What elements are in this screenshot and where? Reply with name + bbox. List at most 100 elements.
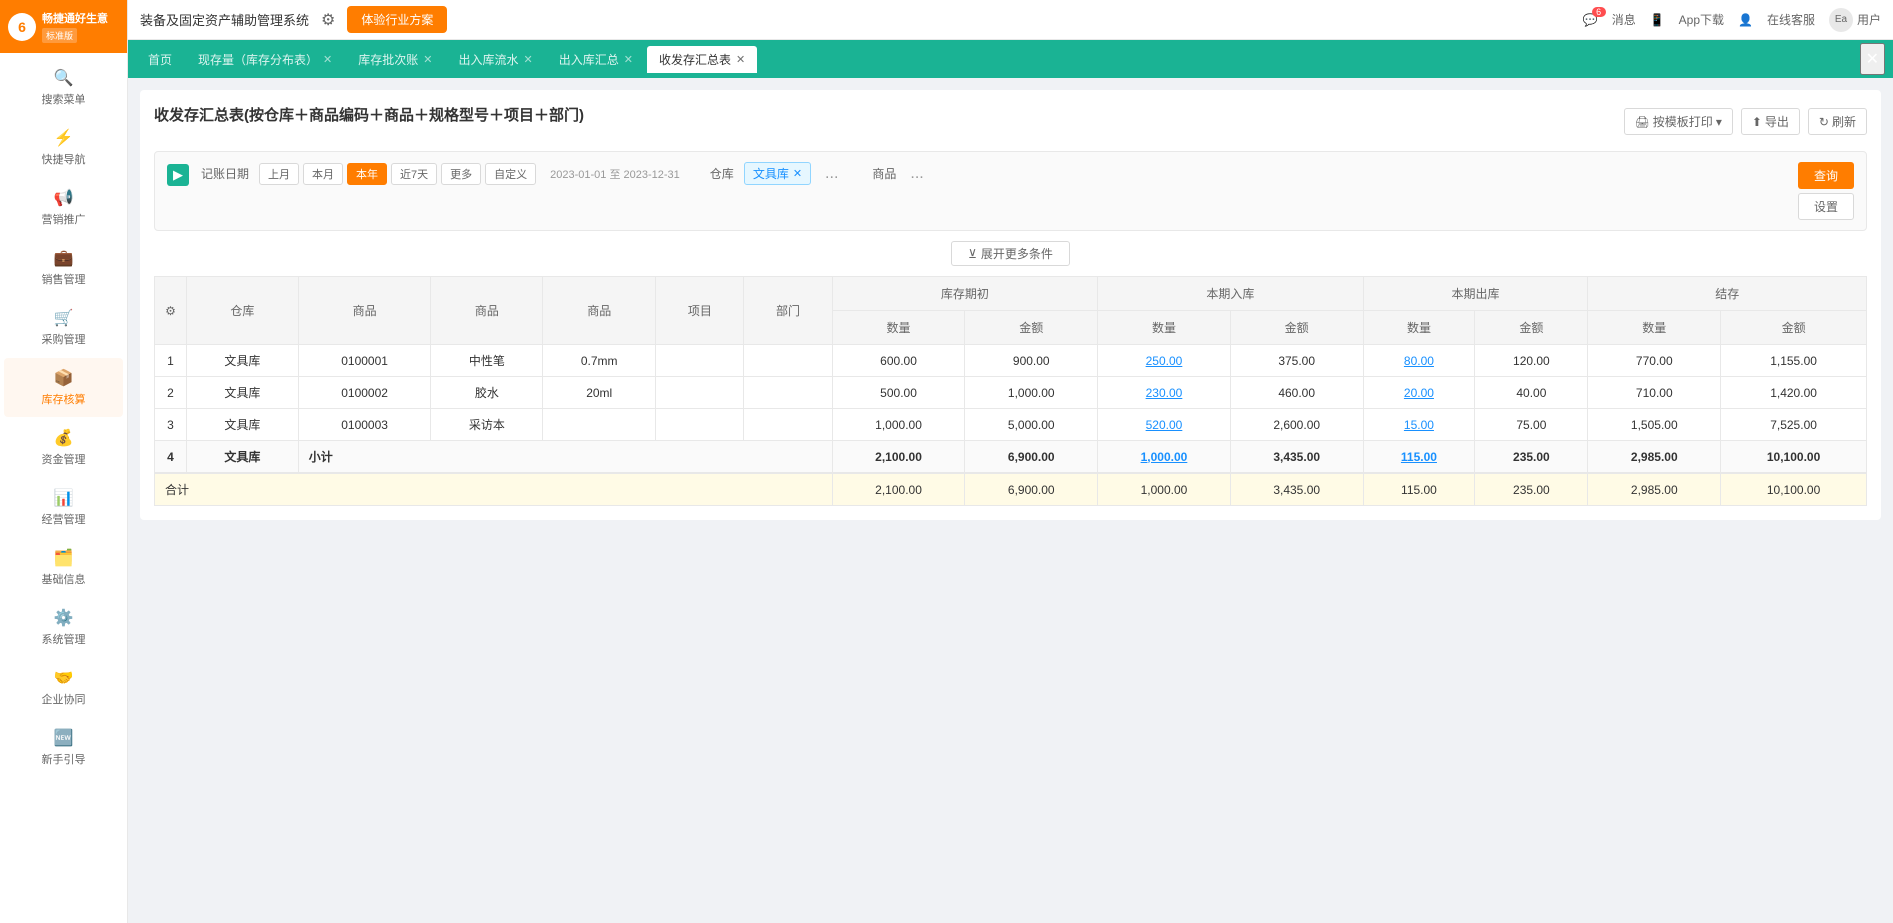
tab-close-icon[interactable]: ✕ — [323, 53, 332, 66]
sidebar-item-采购管理[interactable]: 🛒采购管理 — [4, 298, 123, 357]
date-btn-近7天[interactable]: 近7天 — [391, 163, 437, 185]
tab-收发存汇总表[interactable]: 收发存汇总表✕ — [647, 46, 757, 73]
tab-现存量（库存分布表）[interactable]: 现存量（库存分布表）✕ — [186, 46, 344, 73]
date-btn-本年[interactable]: 本年 — [347, 163, 387, 185]
sidebar-item-搜索菜单[interactable]: 🔍 搜索菜单 — [4, 58, 123, 117]
warehouse-label: 仓库 — [710, 165, 734, 182]
row-spec: 20ml — [543, 377, 656, 409]
app-download-label[interactable]: App下载 — [1679, 11, 1724, 28]
row-in-qty[interactable]: 250.00 — [1098, 345, 1231, 377]
sidebar-icon: 🤝 — [54, 668, 74, 688]
date-btn-自定义[interactable]: 自定义 — [485, 163, 536, 185]
th-code: 商品 — [298, 277, 431, 345]
close-all-tabs-button[interactable]: ✕ — [1860, 43, 1885, 75]
row-code: 0100002 — [298, 377, 431, 409]
th-bal-qty: 数量 — [1588, 311, 1721, 345]
print-button[interactable]: 🖨 按模板打印 ▾ — [1624, 108, 1733, 135]
content-area: 收发存汇总表(按仓库＋商品编码＋商品＋规格型号＋项目＋部门) 🖨 按模板打印 ▾… — [128, 78, 1893, 923]
sub-in-qty[interactable]: 1,000.00 — [1098, 441, 1231, 474]
sidebar-item-快捷导航[interactable]: ⚡快捷导航 — [4, 118, 123, 177]
row-in-amt: 2,600.00 — [1230, 409, 1363, 441]
row-open-amt: 900.00 — [965, 345, 1098, 377]
tab-label: 出入库流水 — [458, 51, 518, 68]
sidebar-icon: 🛒 — [54, 308, 74, 328]
date-btn-更多[interactable]: 更多 — [441, 163, 481, 185]
sidebar-item-新手引导[interactable]: 🆕 新手引导 — [4, 718, 123, 777]
tab-close-icon[interactable]: ✕ — [736, 53, 745, 66]
row-in-qty[interactable]: 230.00 — [1098, 377, 1231, 409]
tab-close-icon[interactable]: ✕ — [423, 53, 432, 66]
tab-close-icon[interactable]: ✕ — [624, 53, 633, 66]
main-area: 装备及固定资产辅助管理系统 ⚙ 体验行业方案 💬 6 消息 📱 App下载 👤 … — [128, 0, 1893, 923]
message-label[interactable]: 消息 — [1612, 11, 1636, 28]
gear-button[interactable]: ⚙ — [321, 10, 335, 30]
sidebar-icon: 🆕 — [54, 728, 74, 748]
row-in-qty[interactable]: 520.00 — [1098, 409, 1231, 441]
tab-出入库汇总[interactable]: 出入库汇总✕ — [547, 46, 645, 73]
expand-more-label: 展开更多条件 — [981, 245, 1053, 262]
sidebar-item-企业协同[interactable]: 🤝企业协同 — [4, 658, 123, 717]
setting-button[interactable]: 设置 — [1798, 193, 1854, 220]
print-icon: 🖨 — [1635, 115, 1650, 129]
row-open-qty: 600.00 — [832, 345, 965, 377]
sidebar-icon: 📢 — [54, 188, 74, 208]
expand-more-button[interactable]: ⊻ 展开更多条件 — [951, 241, 1070, 266]
row-project — [656, 377, 744, 409]
refresh-button[interactable]: ↻ 刷新 — [1808, 108, 1867, 135]
date-buttons: 上月本月本年近7天更多自定义 — [259, 163, 536, 185]
row-code: 0100001 — [298, 345, 431, 377]
sidebar-item-资金管理[interactable]: 💰资金管理 — [4, 418, 123, 477]
row-out-qty[interactable]: 80.00 — [1363, 345, 1475, 377]
sidebar-item-经营管理[interactable]: 📊经营管理 — [4, 478, 123, 537]
goods-more-button[interactable]: ... — [906, 165, 927, 183]
sidebar-item-系统管理[interactable]: ⚙️系统管理 — [4, 598, 123, 657]
tab-首页[interactable]: 首页 — [136, 46, 184, 73]
sidebar-label: 快捷导航 — [42, 151, 86, 167]
row-out-qty[interactable]: 20.00 — [1363, 377, 1475, 409]
th-in-qty: 数量 — [1098, 311, 1231, 345]
date-btn-本月[interactable]: 本月 — [303, 163, 343, 185]
online-service-label[interactable]: 在线客服 — [1767, 11, 1815, 28]
date-range-display: 2023-01-01 至 2023-12-31 — [550, 166, 680, 182]
th-balance: 结存 — [1588, 277, 1867, 311]
th-name: 商品 — [431, 277, 543, 345]
row-bal-qty: 1,505.00 — [1588, 409, 1721, 441]
sidebar-item-基础信息[interactable]: 🗂️基础信息 — [4, 538, 123, 597]
row-dept — [744, 377, 832, 409]
sidebar-label: 搜索菜单 — [42, 91, 86, 107]
print-label: 按模板打印 — [1653, 113, 1713, 130]
tab-库存批次账[interactable]: 库存批次账✕ — [346, 46, 444, 73]
topbar: 装备及固定资产辅助管理系统 ⚙ 体验行业方案 💬 6 消息 📱 App下载 👤 … — [128, 0, 1893, 40]
sidebar-item-营销推广[interactable]: 📢营销推广 — [4, 178, 123, 237]
th-open-amt: 金额 — [965, 311, 1098, 345]
sidebar-nav: 🔍 搜索菜单 ⚡快捷导航📢营销推广💼销售管理🛒采购管理📦库存核算💰资金管理📊经营管理… — [0, 53, 127, 923]
total-out-amt: 235.00 — [1475, 473, 1588, 506]
total-open-amt: 6,900.00 — [965, 473, 1098, 506]
query-button[interactable]: 查询 — [1798, 162, 1854, 189]
expand-more-section: ⊻ 展开更多条件 — [154, 241, 1867, 266]
user-menu[interactable]: Ea 用户 — [1829, 8, 1881, 32]
row-name: 胶水 — [431, 377, 543, 409]
message-icon-wrap[interactable]: 💬 6 — [1583, 13, 1598, 27]
sidebar-icon: 🔍 — [54, 68, 74, 88]
sidebar-item-库存核算[interactable]: 📦库存核算 — [4, 358, 123, 417]
print-chevron-icon: ▾ — [1716, 115, 1722, 129]
row-name: 中性笔 — [431, 345, 543, 377]
warehouse-more-button[interactable]: ... — [821, 165, 842, 183]
system-title: 装备及固定资产辅助管理系统 — [140, 10, 309, 29]
th-out-amt: 金额 — [1475, 311, 1588, 345]
export-button[interactable]: ⬆ 导出 — [1741, 108, 1800, 135]
sidebar-icon: ⚙️ — [54, 608, 74, 628]
row-bal-amt: 1,420.00 — [1721, 377, 1867, 409]
filter-collapse-button[interactable]: ▶ — [167, 164, 189, 186]
sub-out-qty[interactable]: 115.00 — [1363, 441, 1475, 474]
trial-button[interactable]: 体验行业方案 — [347, 6, 447, 33]
tab-出入库流水[interactable]: 出入库流水 ✕ — [446, 46, 544, 73]
sidebar-item-销售管理[interactable]: 💼销售管理 — [4, 238, 123, 297]
row-open-qty: 1,000.00 — [832, 409, 965, 441]
row-out-qty[interactable]: 15.00 — [1363, 409, 1475, 441]
sidebar-label: 新手引导 — [42, 751, 86, 767]
date-btn-上月[interactable]: 上月 — [259, 163, 299, 185]
warehouse-tag-close[interactable]: ✕ — [793, 167, 802, 180]
tab-close-icon[interactable]: ✕ — [524, 53, 533, 66]
